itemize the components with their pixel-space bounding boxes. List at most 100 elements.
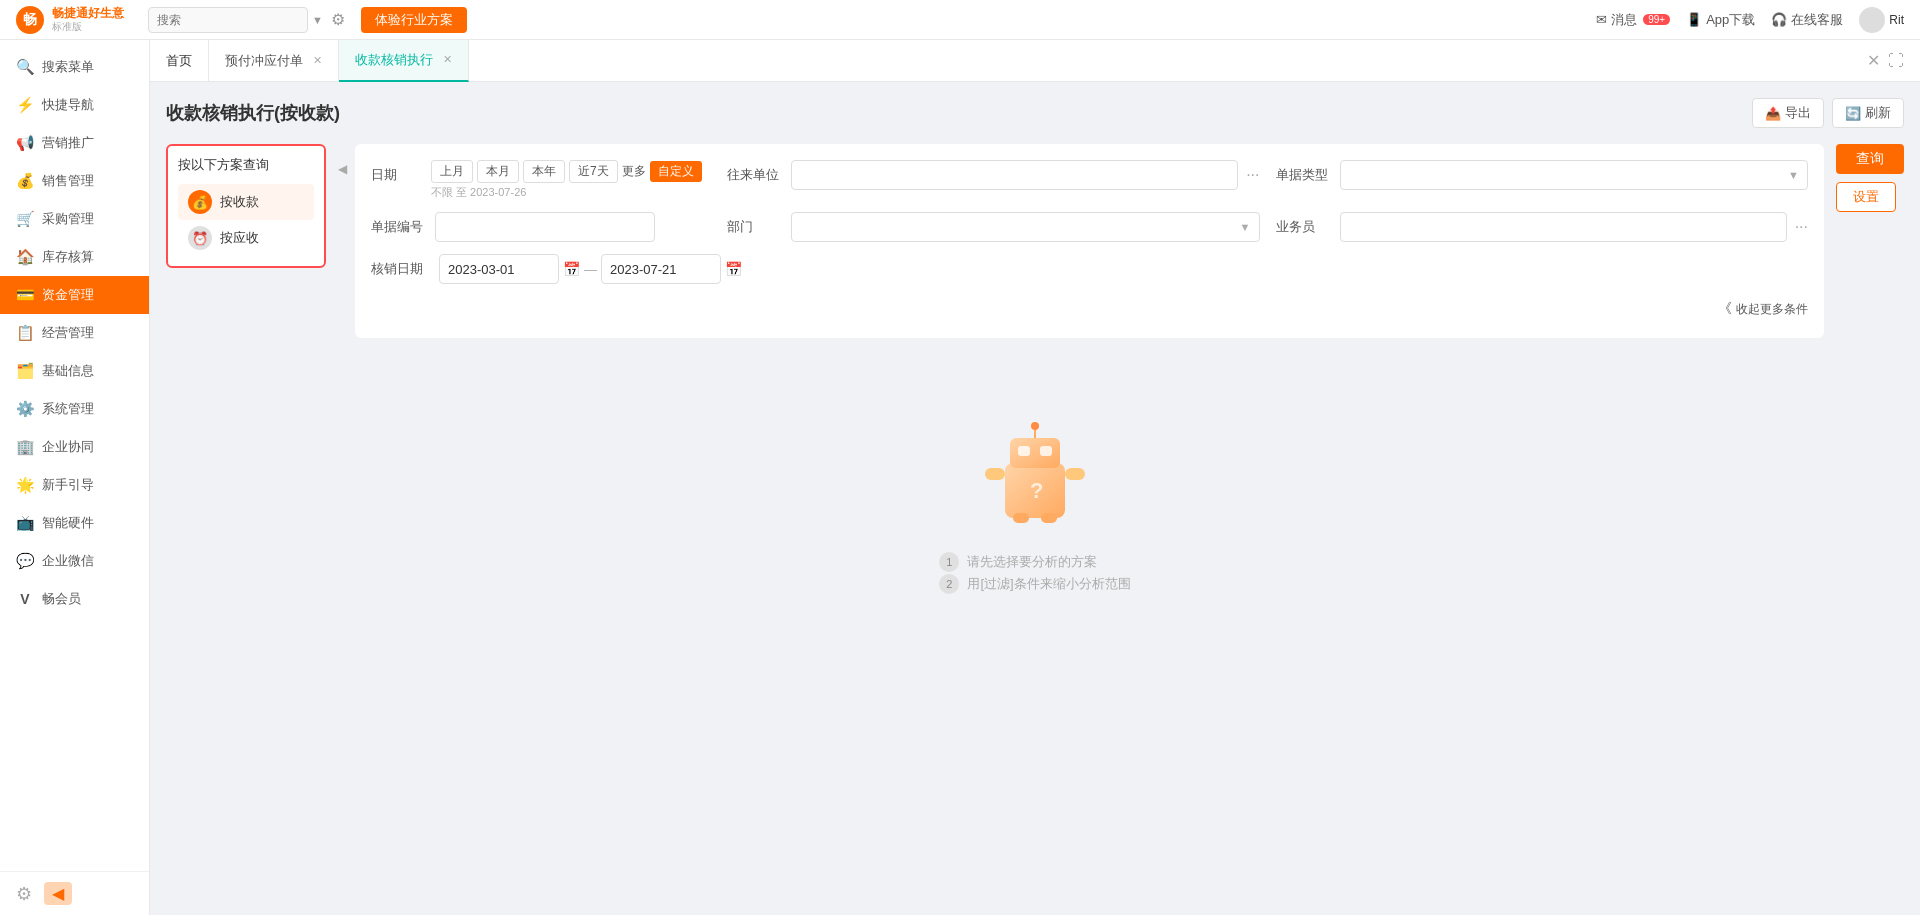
- date-more-link[interactable]: 更多: [622, 163, 646, 180]
- writeoff-date-start[interactable]: [439, 254, 559, 284]
- collapse-more-btn[interactable]: 《 收起更多条件: [371, 296, 1808, 322]
- topbar-search-input[interactable]: [148, 7, 308, 33]
- partner-more-icon[interactable]: ···: [1246, 166, 1259, 184]
- message-icon: ✉: [1596, 12, 1607, 27]
- app-download-button[interactable]: 📱 App下载: [1686, 11, 1755, 29]
- sidebar-item-system[interactable]: ⚙️ 系统管理: [0, 390, 149, 428]
- tab-home[interactable]: 首页: [150, 40, 209, 82]
- megaphone-icon: 📢: [16, 134, 34, 152]
- download-icon: 📱: [1686, 12, 1702, 27]
- sidebar-item-sales[interactable]: 💰 销售管理: [0, 162, 149, 200]
- svg-rect-9: [1041, 513, 1057, 523]
- filter-row-1: 日期 上月 本月 本年 近7天 更多 自定义: [371, 160, 1808, 200]
- sidebar-item-purchase[interactable]: 🛒 采购管理: [0, 200, 149, 238]
- settings-icon[interactable]: ⚙: [331, 10, 345, 29]
- staff-input-area[interactable]: [1340, 212, 1787, 242]
- sidebar-label-wechat: 企业微信: [42, 552, 94, 570]
- staff-more-icon[interactable]: ···: [1795, 218, 1808, 236]
- bottom-settings-icon[interactable]: ⚙: [16, 883, 32, 905]
- svg-rect-2: [1018, 446, 1030, 456]
- filter-area: 按以下方案查询 💰 按收款 ⏰ 按应收 ◀: [166, 144, 1904, 338]
- calendar-start-icon[interactable]: 📅: [563, 261, 580, 277]
- search-icon: 🔍: [16, 58, 34, 76]
- sidebar-item-marketing[interactable]: 📢 营销推广: [0, 124, 149, 162]
- sidebar-item-finance[interactable]: 💳 资金管理: [0, 276, 149, 314]
- filter-row-3: 核销日期 📅 — 📅: [371, 254, 1808, 284]
- partner-input[interactable]: [800, 168, 1229, 183]
- chevron-down-icon: ▼: [312, 14, 323, 26]
- doctype-select[interactable]: ▼: [1340, 160, 1809, 190]
- sidebar-item-inventory[interactable]: 🏠 库存核算: [0, 238, 149, 276]
- sidebar-label-sales: 销售管理: [42, 172, 94, 190]
- date-this-month[interactable]: 本月: [477, 160, 519, 183]
- chevron-down-doctype-icon: ▼: [1788, 169, 1799, 181]
- sidebar-item-enterprise[interactable]: 🏢 企业协同: [0, 428, 149, 466]
- set-button[interactable]: 设置: [1836, 182, 1896, 212]
- tab-prepayment-label: 预付冲应付单: [225, 52, 303, 70]
- sidebar-label-finance: 资金管理: [42, 286, 94, 304]
- docno-filter-group: 单据编号: [371, 212, 711, 242]
- svg-rect-8: [1013, 513, 1029, 523]
- date-last-7days[interactable]: 近7天: [569, 160, 618, 183]
- message-button[interactable]: ✉ 消息 99+: [1596, 11, 1670, 29]
- sidebar-item-operation[interactable]: 📋 经营管理: [0, 314, 149, 352]
- warehouse-icon: 🏠: [16, 248, 34, 266]
- filter-item-by-receivable[interactable]: ⏰ 按应收: [178, 220, 314, 256]
- query-button[interactable]: 查询: [1836, 144, 1904, 174]
- tab-receipt-writeoff[interactable]: 收款核销执行 ✕: [339, 40, 469, 82]
- tabbar-actions: ✕ ⛶: [1867, 51, 1920, 70]
- filter-row-2: 单据编号 部门 ▼ 业务员: [371, 212, 1808, 242]
- user-avatar-area[interactable]: Rit: [1859, 7, 1904, 33]
- partner-input-area[interactable]: [791, 160, 1238, 190]
- page-title: 收款核销执行(按收款): [166, 101, 340, 125]
- sidebar-item-member[interactable]: V 畅会员: [0, 580, 149, 618]
- svg-rect-7: [1065, 468, 1085, 480]
- sidebar-item-quick-nav[interactable]: ⚡ 快捷导航: [0, 86, 149, 124]
- fullscreen-button[interactable]: ⛶: [1888, 52, 1904, 70]
- docno-input[interactable]: [435, 212, 655, 242]
- calendar-end-icon[interactable]: 📅: [725, 261, 742, 277]
- date-last-month[interactable]: 上月: [431, 160, 473, 183]
- date-custom-tag[interactable]: 自定义: [650, 161, 702, 182]
- close-all-tabs-button[interactable]: ✕: [1867, 51, 1880, 70]
- svg-rect-3: [1040, 446, 1052, 456]
- sidebar-collapse-icon[interactable]: ◀: [44, 882, 72, 905]
- tab-prepayment[interactable]: 预付冲应付单 ✕: [209, 40, 339, 82]
- solution-button[interactable]: 体验行业方案: [361, 7, 467, 33]
- export-button[interactable]: 📤 导出: [1752, 98, 1824, 128]
- left-filter-panel: 按以下方案查询 💰 按收款 ⏰ 按应收: [166, 144, 326, 268]
- username-label: Rit: [1889, 13, 1904, 27]
- filter-item-by-receipt[interactable]: 💰 按收款: [178, 184, 314, 220]
- online-service-label: 在线客服: [1791, 11, 1843, 29]
- tab-prepayment-close[interactable]: ✕: [313, 54, 322, 67]
- date-buttons-row: 上月 本月 本年 近7天 更多 自定义: [431, 160, 702, 183]
- refresh-button[interactable]: 🔄 刷新: [1832, 98, 1904, 128]
- page-actions: 📤 导出 🔄 刷新: [1752, 98, 1904, 128]
- online-service-button[interactable]: 🎧 在线客服: [1771, 11, 1843, 29]
- member-icon: V: [16, 591, 34, 607]
- date-options-area: 上月 本月 本年 近7天 更多 自定义 不限 至 2023-07-26: [431, 160, 702, 200]
- dept-select[interactable]: ▼: [791, 212, 1260, 242]
- writeoff-date-label: 核销日期: [371, 254, 431, 284]
- brand-name: 畅捷通好生意: [52, 6, 124, 20]
- date-label: 日期: [371, 160, 431, 190]
- writeoff-date-end[interactable]: [601, 254, 721, 284]
- export-label: 导出: [1785, 104, 1811, 122]
- doctype-filter-group: 单据类型 ▼: [1276, 160, 1809, 190]
- enterprise-icon: 🏢: [16, 438, 34, 456]
- hint-text-2: 用[过滤]条件来缩小分析范围: [967, 575, 1130, 593]
- brand-subtitle: 标准版: [52, 21, 124, 33]
- collapse-filter-arrow[interactable]: ◀: [334, 158, 351, 180]
- tabbar: 首页 预付冲应付单 ✕ 收款核销执行 ✕ ✕ ⛶: [150, 40, 1920, 82]
- sidebar-item-search-menu[interactable]: 🔍 搜索菜单: [0, 48, 149, 86]
- date-this-year[interactable]: 本年: [523, 160, 565, 183]
- empty-state: ? 1 请先选择要分析的方案 2 用[过滤]条件来缩小分析范围: [166, 338, 1904, 676]
- sidebar-item-wechat[interactable]: 💬 企业微信: [0, 542, 149, 580]
- staff-input[interactable]: [1349, 220, 1778, 235]
- sidebar-item-guide[interactable]: 🌟 新手引导: [0, 466, 149, 504]
- doctype-label: 单据类型: [1276, 160, 1336, 190]
- tab-receipt-writeoff-close[interactable]: ✕: [443, 53, 452, 66]
- tab-receipt-writeoff-label: 收款核销执行: [355, 51, 433, 69]
- sidebar-item-hardware[interactable]: 📺 智能硬件: [0, 504, 149, 542]
- sidebar-item-basic-info[interactable]: 🗂️ 基础信息: [0, 352, 149, 390]
